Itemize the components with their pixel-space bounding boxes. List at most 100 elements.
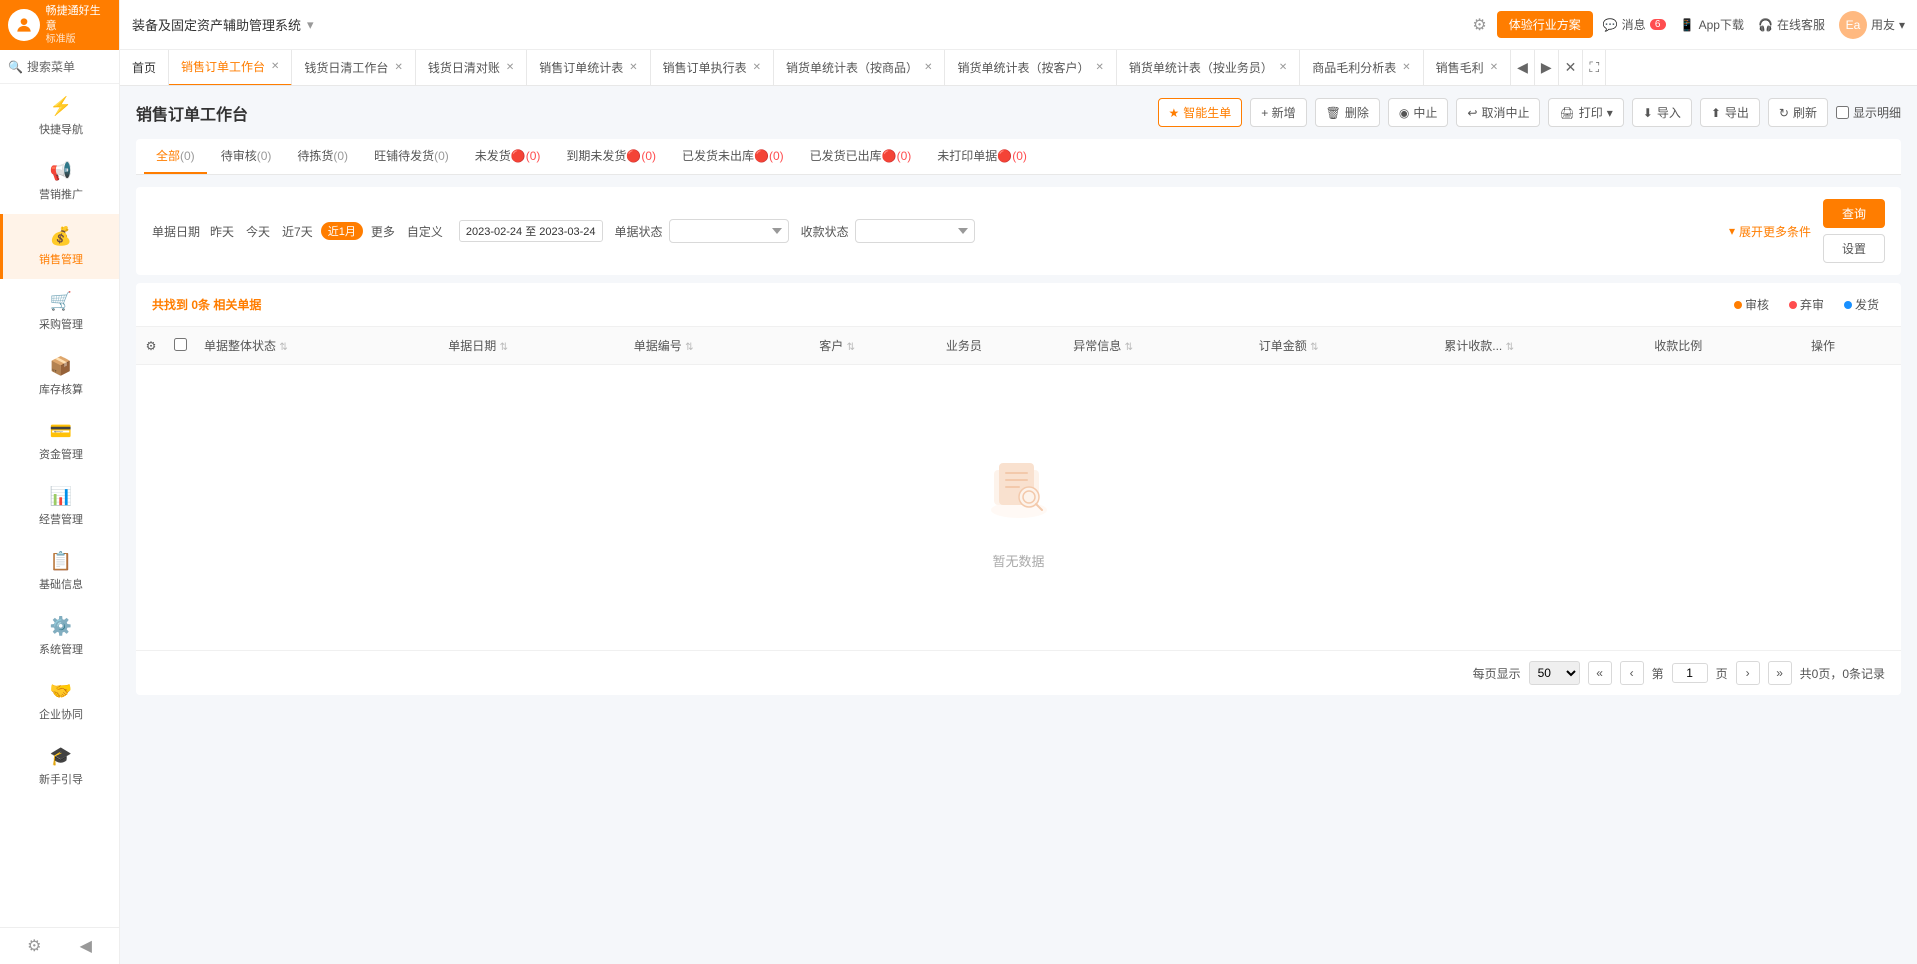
refresh-btn[interactable]: ↻ 刷新	[1768, 98, 1828, 127]
system-dropdown-icon[interactable]: ▾	[307, 17, 314, 33]
delete-btn[interactable]: 🗑 删除	[1315, 98, 1380, 127]
page-input[interactable]	[1672, 663, 1708, 683]
show-detail-checkbox[interactable]	[1836, 106, 1849, 119]
filter-tab-unshipped[interactable]: 未发货🔴(0)	[463, 139, 553, 174]
online-service-btn[interactable]: 🎧 在线客服	[1758, 16, 1825, 33]
logo-icon	[8, 9, 40, 41]
tab-close-margin[interactable]: ✕	[1402, 62, 1410, 73]
date-today[interactable]: 今天	[242, 221, 274, 242]
sidebar-search[interactable]: 🔍 搜索菜单	[0, 50, 119, 84]
date-1month-badge[interactable]: 近1月	[321, 222, 363, 240]
tab-prev-btn[interactable]: ◀	[1511, 50, 1535, 86]
page-last-btn[interactable]: »	[1768, 661, 1792, 685]
sidebar-item-cooperation[interactable]: 🤝 企业协同	[0, 669, 119, 734]
sort-customer-icon[interactable]: ⇅	[847, 342, 855, 353]
tab-stats[interactable]: 销售订单统计表 ✕	[527, 50, 650, 86]
filter-tab-shipped-out[interactable]: 已发货已出库🔴(0)	[798, 139, 924, 174]
sidebar-item-purchase[interactable]: 🛒 采购管理	[0, 279, 119, 344]
sidebar-item-sales[interactable]: 💰 销售管理	[0, 214, 119, 279]
industry-btn[interactable]: 体验行业方案	[1497, 11, 1593, 38]
ship-action-btn[interactable]: 发货	[1838, 293, 1885, 316]
sort-number-icon[interactable]: ⇅	[685, 342, 693, 353]
tab-reconcile[interactable]: 钱货日清对账 ✕	[416, 50, 527, 86]
tab-close-by-product[interactable]: ✕	[924, 62, 932, 73]
page-prev-btn[interactable]: ‹	[1620, 661, 1644, 685]
tab-sales-order[interactable]: 销售订单工作台 ✕	[169, 50, 292, 86]
query-btn[interactable]: 查询	[1823, 199, 1885, 228]
page-next-btn[interactable]: ›	[1736, 661, 1760, 685]
sidebar-item-operations[interactable]: 📊 经营管理	[0, 474, 119, 539]
app-download-btn[interactable]: 📱 App下载	[1680, 16, 1744, 33]
sidebar-item-marketing[interactable]: 📢 营销推广	[0, 149, 119, 214]
sidebar-item-system[interactable]: ⚙️ 系统管理	[0, 604, 119, 669]
sidebar-item-quick-nav[interactable]: ⚡ 快捷导航	[0, 84, 119, 149]
filter-tab-unprinted[interactable]: 未打印单据🔴(0)	[925, 139, 1039, 174]
tab-daily-clear[interactable]: 钱货日清工作台 ✕	[292, 50, 415, 86]
sidebar-item-inventory[interactable]: 📦 库存核算	[0, 344, 119, 409]
filter-tab-pending-pick[interactable]: 待拣货(0)	[285, 139, 360, 174]
topbar-settings-icon[interactable]: ⚙	[1472, 15, 1486, 35]
tab-close-daily-clear[interactable]: ✕	[394, 62, 402, 73]
sort-collected-icon[interactable]: ⇅	[1506, 342, 1514, 353]
tab-close-stats[interactable]: ✕	[629, 62, 637, 73]
tab-close-by-salesman[interactable]: ✕	[1279, 62, 1287, 73]
sort-exception-icon[interactable]: ⇅	[1125, 342, 1133, 353]
collection-select[interactable]	[855, 219, 975, 243]
per-page-label: 每页显示	[1473, 665, 1521, 682]
date-7days[interactable]: 近7天	[278, 221, 317, 242]
tab-close-reconcile[interactable]: ✕	[506, 62, 514, 73]
tab-by-product[interactable]: 销货单统计表（按商品） ✕	[774, 50, 945, 86]
tab-by-salesman[interactable]: 销货单统计表（按业务员） ✕	[1117, 50, 1300, 86]
date-custom[interactable]: 自定义	[403, 221, 447, 242]
filter-tab-pending-audit[interactable]: 待审核(0)	[209, 139, 284, 174]
sort-amount-icon[interactable]: ⇅	[1310, 342, 1318, 353]
status-select[interactable]	[669, 219, 789, 243]
stop-btn[interactable]: ◉ 中止	[1388, 98, 1449, 127]
audit-action-btn[interactable]: 审核	[1728, 293, 1775, 316]
sort-status-icon[interactable]: ⇅	[279, 342, 287, 353]
message-btn[interactable]: 💬 消息 6	[1603, 16, 1666, 33]
th-checkbox[interactable]	[166, 327, 196, 365]
table-head: ⚙ 单据整体状态 ⇅ 单据日期 ⇅ 单据编号	[136, 327, 1901, 365]
tab-close-sales-margin[interactable]: ✕	[1490, 62, 1498, 73]
date-more[interactable]: 更多	[367, 221, 399, 242]
sidebar-item-guide[interactable]: 🎓 新手引导	[0, 734, 119, 799]
user-btn[interactable]: Ea 用友 ▾	[1839, 11, 1905, 39]
sidebar-item-finance[interactable]: 💳 资金管理	[0, 409, 119, 474]
tab-home[interactable]: 首页	[120, 50, 169, 86]
tab-close-by-customer[interactable]: ✕	[1095, 62, 1103, 73]
tab-margin[interactable]: 商品毛利分析表 ✕	[1300, 50, 1423, 86]
show-detail-label[interactable]: 显示明细	[1836, 104, 1901, 121]
cancel-audit-action-btn[interactable]: 弃审	[1783, 293, 1830, 316]
smart-btn[interactable]: ★ 智能生单	[1158, 98, 1243, 127]
setting-btn[interactable]: 设置	[1823, 234, 1885, 263]
select-all-checkbox[interactable]	[174, 338, 187, 351]
new-btn[interactable]: + 新增	[1250, 98, 1306, 127]
settings-icon[interactable]: ⚙	[27, 936, 41, 956]
date-yesterday[interactable]: 昨天	[206, 221, 238, 242]
filter-tab-wangpu[interactable]: 旺铺待发货(0)	[362, 139, 461, 174]
sidebar-item-basic-info[interactable]: 📋 基础信息	[0, 539, 119, 604]
export-btn[interactable]: ⬆ 导出	[1700, 98, 1760, 127]
tab-by-customer[interactable]: 销货单统计表（按客户） ✕	[945, 50, 1116, 86]
tab-next-btn[interactable]: ▶	[1535, 50, 1559, 86]
expand-btn[interactable]: ▾ 展开更多条件	[1729, 223, 1811, 240]
filter-tab-overdue-unshipped[interactable]: 到期未发货🔴(0)	[554, 139, 668, 174]
tab-close-all-btn[interactable]: ✕	[1559, 50, 1584, 86]
tab-close-sales-order[interactable]: ✕	[271, 61, 279, 72]
filter-tab-shipped-not-out[interactable]: 已发货未出库🔴(0)	[670, 139, 796, 174]
tab-sales-margin[interactable]: 销售毛利 ✕	[1424, 50, 1511, 86]
tab-execution[interactable]: 销售订单执行表 ✕	[651, 50, 774, 86]
cancel-stop-btn[interactable]: ↩ 取消中止	[1456, 98, 1540, 127]
import-btn[interactable]: ⬇ 导入	[1632, 98, 1692, 127]
th-settings[interactable]: ⚙	[136, 327, 166, 365]
marketing-icon: 📢	[50, 161, 72, 182]
tab-close-execution[interactable]: ✕	[753, 62, 761, 73]
filter-tab-all[interactable]: 全部(0)	[144, 139, 207, 174]
collapse-icon[interactable]: ◀	[80, 936, 92, 956]
page-first-btn[interactable]: «	[1588, 661, 1612, 685]
print-btn[interactable]: 🖨 打印 ▾	[1548, 98, 1623, 127]
per-page-select[interactable]: 10 20 50 100	[1529, 661, 1580, 685]
sort-date-icon[interactable]: ⇅	[500, 342, 508, 353]
tab-fullscreen-btn[interactable]: ⛶	[1583, 50, 1606, 86]
